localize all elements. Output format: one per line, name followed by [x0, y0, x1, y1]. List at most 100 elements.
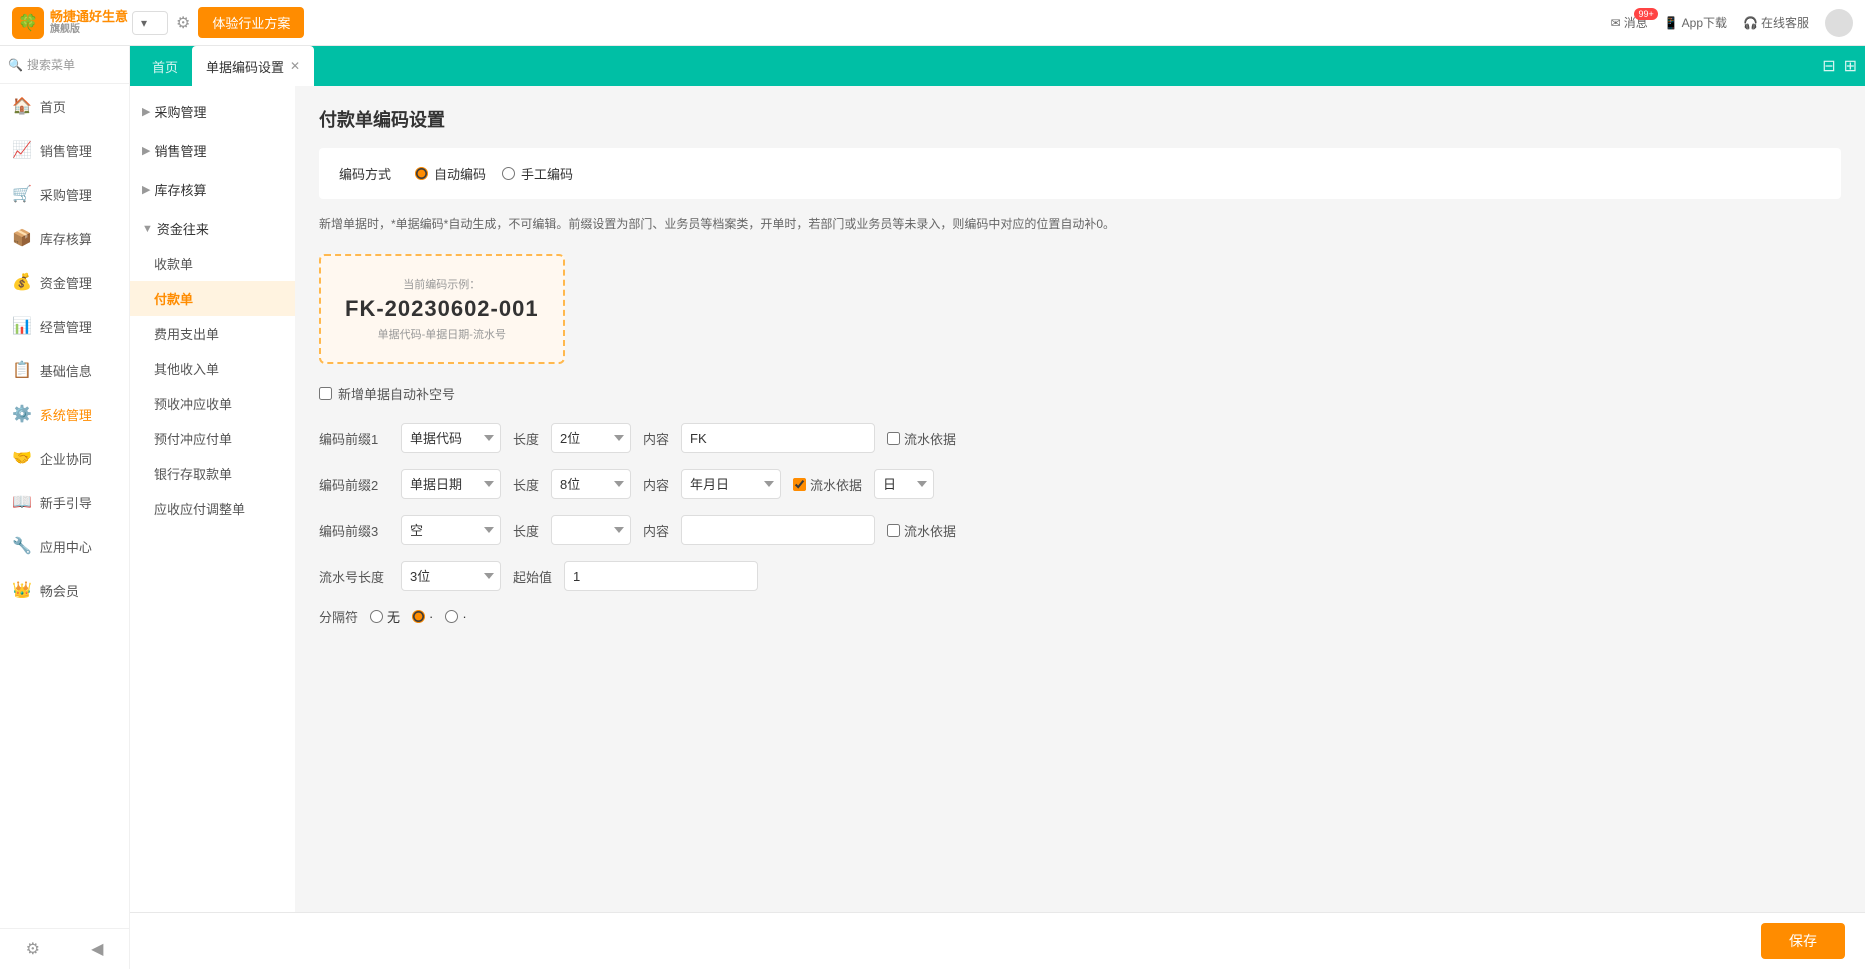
bottom-bar: 保存 — [130, 912, 1865, 969]
sep-dot1-radio[interactable] — [412, 610, 425, 623]
sidebar-label-basic: 基础信息 — [40, 361, 92, 380]
app-download-btn[interactable]: 📱 App下载 — [1664, 14, 1727, 31]
prefix3-select[interactable]: 空 — [401, 515, 501, 545]
save-button[interactable]: 保存 — [1761, 923, 1845, 959]
home-icon: 🏠 — [12, 96, 32, 116]
left-nav-advance-receive[interactable]: 预收冲应收单 — [130, 386, 295, 421]
logo-main: 畅捷通好生意 — [50, 9, 128, 25]
purchase-group-arrow: ▶ — [142, 105, 150, 118]
sidebar-item-basic[interactable]: 📋 基础信息 — [0, 348, 129, 392]
sidebar-item-system[interactable]: ⚙️ 系统管理 — [0, 392, 129, 436]
prefix2-serial-checkbox[interactable] — [793, 478, 806, 491]
sep-dot1[interactable]: · — [412, 609, 433, 624]
industry-btn[interactable]: 体验行业方案 — [198, 7, 304, 38]
prefix2-serial-unit-select[interactable]: 日 — [874, 469, 934, 499]
messages-btn[interactable]: ✉ 消息 99+ — [1611, 14, 1648, 31]
search-menu-btn[interactable]: 🔍 搜索菜单 — [8, 56, 121, 73]
sidebar-item-home[interactable]: 🏠 首页 — [0, 84, 129, 128]
prefix1-content-input[interactable] — [681, 423, 875, 453]
prefix1-serial-checkbox[interactable] — [887, 432, 900, 445]
avatar[interactable] — [1825, 9, 1853, 37]
sep-dot2-radio[interactable] — [445, 610, 458, 623]
prefix2-serial-check[interactable]: 流水依据 — [793, 475, 862, 494]
form-row-prefix1: 编码前缀1 单据代码 长度 2位 内容 流水依据 — [319, 423, 1841, 453]
left-nav-payment[interactable]: 付款单 — [130, 281, 295, 316]
inventory-group-arrow: ▶ — [142, 183, 150, 196]
left-nav-group-fund-title[interactable]: ▼ 资金往来 — [130, 211, 295, 246]
sidebar-item-guide[interactable]: 📖 新手引导 — [0, 480, 129, 524]
separator-row: 分隔符 无 · · — [319, 607, 1841, 626]
minimize-icon[interactable]: ⊟ — [1822, 56, 1835, 76]
mobile-icon: 📱 — [1664, 16, 1679, 30]
sidebar-item-operations[interactable]: 📊 经营管理 — [0, 304, 129, 348]
form-row-prefix2: 编码前缀2 单据日期 长度 8位 内容 年月日 流水依据 — [319, 469, 1841, 499]
settings-icon[interactable]: ⚙ — [176, 13, 190, 33]
collapse-icon[interactable]: ◀ — [91, 939, 103, 959]
serial-length-select[interactable]: 3位 — [401, 561, 501, 591]
prefix2-content-select[interactable]: 年月日 — [681, 469, 781, 499]
prefix1-select[interactable]: 单据代码 — [401, 423, 501, 453]
encoding-method-row: 编码方式 自动编码 手工编码 — [339, 164, 1821, 183]
code-preview-desc: 单据代码-单据日期-流水号 — [345, 326, 539, 342]
settings-bottom-icon[interactable]: ⚙ — [26, 939, 40, 959]
prefix1-length-select[interactable]: 2位 — [551, 423, 631, 453]
sep-dot2[interactable]: · — [445, 609, 466, 624]
workspace-dropdown[interactable]: ▾ — [132, 11, 168, 35]
service-icon: 🎧 — [1743, 16, 1758, 30]
prefix3-serial-checkbox[interactable] — [887, 524, 900, 537]
prefix2-select[interactable]: 单据日期 — [401, 469, 501, 499]
prefix3-length-select[interactable] — [551, 515, 631, 545]
sidebar-item-apps[interactable]: 🔧 应用中心 — [0, 524, 129, 568]
auto-fill-checkbox[interactable] — [319, 387, 332, 400]
sales-group-label: 销售管理 — [154, 141, 206, 160]
radio-manual-input[interactable] — [502, 167, 515, 180]
sidebar-item-enterprise[interactable]: 🤝 企业协同 — [0, 436, 129, 480]
prefix1-serial-check[interactable]: 流水依据 — [887, 429, 956, 448]
encoding-method-label: 编码方式 — [339, 164, 391, 183]
prefix3-label: 编码前缀3 — [319, 521, 389, 540]
radio-manual[interactable]: 手工编码 — [502, 164, 573, 183]
code-preview-value: FK-20230602-001 — [345, 296, 539, 322]
sidebar-label-apps: 应用中心 — [40, 537, 92, 556]
prefix3-content-input[interactable] — [681, 515, 875, 545]
prefix2-length-select[interactable]: 8位 — [551, 469, 631, 499]
left-nav-advance-pay[interactable]: 预付冲应付单 — [130, 421, 295, 456]
sidebar-item-member[interactable]: 👑 畅会员 — [0, 568, 129, 612]
info-text: 新增单据时，*单据编码*自动生成，不可编辑。前缀设置为部门、业务员等档案类，开单… — [319, 215, 1841, 234]
left-nav-other-income[interactable]: 其他收入单 — [130, 351, 295, 386]
left-nav-receipt[interactable]: 收款单 — [130, 246, 295, 281]
radio-manual-label: 手工编码 — [521, 164, 573, 183]
tab-home[interactable]: 首页 — [138, 46, 192, 86]
app-download-label: App下载 — [1682, 14, 1727, 31]
radio-auto-label: 自动编码 — [434, 164, 486, 183]
sep-none-radio[interactable] — [370, 610, 383, 623]
prefix2-length-label: 长度 — [513, 475, 539, 494]
sep-none[interactable]: 无 — [370, 607, 400, 626]
tab-encoding-label: 单据编码设置 — [206, 57, 284, 76]
online-service-btn[interactable]: 🎧 在线客服 — [1743, 14, 1809, 31]
sub-layout: ▶ 采购管理 ▶ 销售管理 ▶ 库存核算 — [130, 86, 1865, 912]
left-nav-group-sales-title[interactable]: ▶ 销售管理 — [130, 133, 295, 168]
radio-auto-input[interactable] — [415, 167, 428, 180]
logo-text: 畅捷通好生意 旗舰版 — [50, 9, 128, 37]
sidebar-item-finance[interactable]: 💰 资金管理 — [0, 260, 129, 304]
tab-home-label: 首页 — [152, 57, 178, 76]
left-nav-expense[interactable]: 费用支出单 — [130, 316, 295, 351]
sidebar-item-purchase[interactable]: 🛒 采购管理 — [0, 172, 129, 216]
start-value-input[interactable] — [564, 561, 758, 591]
left-nav-ar-ap-adjust[interactable]: 应收应付调整单 — [130, 491, 295, 526]
prefix3-content-label: 内容 — [643, 521, 669, 540]
radio-auto[interactable]: 自动编码 — [415, 164, 486, 183]
sidebar-item-sales[interactable]: 📈 销售管理 — [0, 128, 129, 172]
start-value-label: 起始值 — [513, 567, 552, 586]
sidebar-item-inventory[interactable]: 📦 库存核算 — [0, 216, 129, 260]
left-nav-group-inventory-title[interactable]: ▶ 库存核算 — [130, 172, 295, 207]
prefix3-serial-check[interactable]: 流水依据 — [887, 521, 956, 540]
left-nav-bank-deposit[interactable]: 银行存取款单 — [130, 456, 295, 491]
purchase-icon: 🛒 — [12, 184, 32, 204]
tab-encoding[interactable]: 单据编码设置 ✕ — [192, 46, 314, 86]
left-nav-group-purchase-title[interactable]: ▶ 采购管理 — [130, 94, 295, 129]
tab-encoding-close[interactable]: ✕ — [290, 59, 300, 73]
search-menu-label: 搜索菜单 — [27, 56, 75, 73]
maximize-icon[interactable]: ⊞ — [1844, 56, 1857, 76]
